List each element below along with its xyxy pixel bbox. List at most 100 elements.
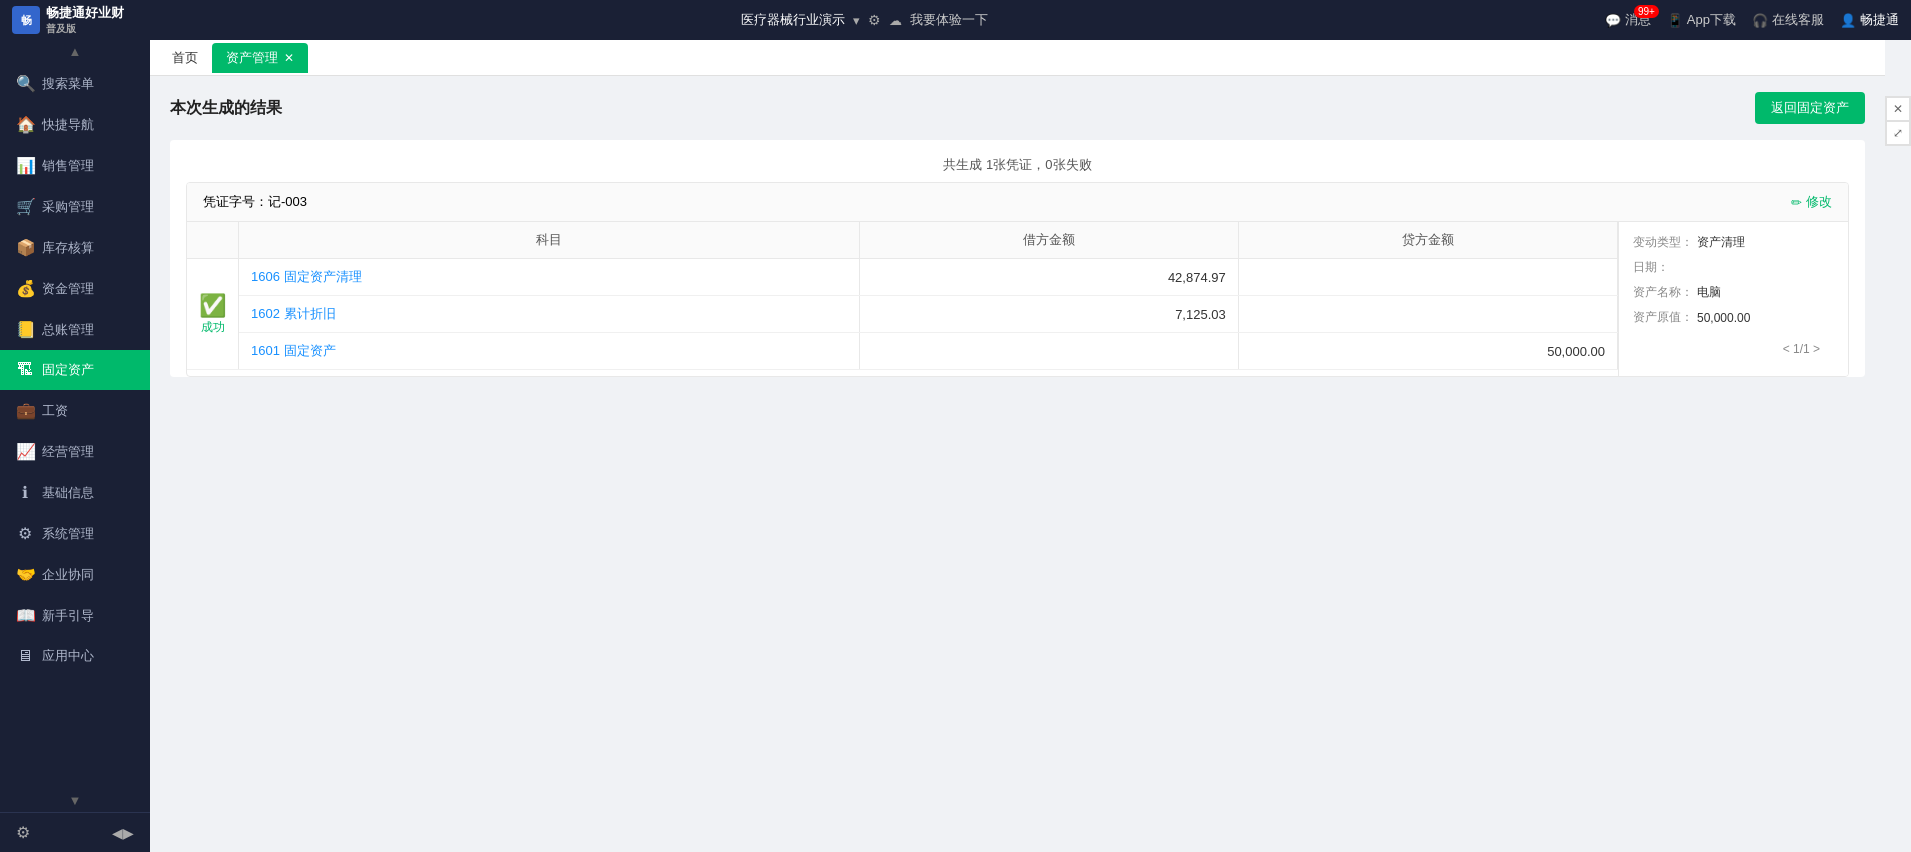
result-panel: 共生成 1张凭证，0张失败 凭证字号：记-003 ✏ 修改 (170, 140, 1865, 377)
sidebar-item-search[interactable]: 🔍 搜索菜单 (0, 63, 150, 104)
pagination[interactable]: < 1/1 > (1633, 334, 1834, 364)
page-content: 本次生成的结果 返回固定资产 共生成 1张凭证，0张失败 凭证字号：记-003 … (150, 76, 1885, 852)
subject-cell-3: 1601 固定资产 (239, 333, 860, 370)
home-icon: 🏠 (16, 115, 34, 134)
sidebar-scroll-up[interactable]: ▲ (0, 40, 150, 63)
return-button[interactable]: 返回固定资产 (1755, 92, 1865, 124)
subject-cell-2: 1602 累计折旧 (239, 296, 860, 333)
sidebar-item-basics[interactable]: ℹ 基础信息 (0, 472, 150, 513)
operations-icon: 📈 (16, 442, 34, 461)
user-icon: 👤 (1840, 13, 1856, 28)
sidebar-item-app-center[interactable]: 🖥 应用中心 (0, 636, 150, 676)
asset-name-label: 资产名称： (1633, 284, 1693, 301)
original-value-value: 50,000.00 (1697, 311, 1750, 325)
user-avatar[interactable]: 👤 畅捷通 (1840, 11, 1899, 29)
edit-button[interactable]: ✏ 修改 (1791, 193, 1832, 211)
search-icon: 🔍 (16, 74, 34, 93)
date-row: 日期： (1633, 259, 1834, 276)
date-label: 日期： (1633, 259, 1669, 276)
sidebar-item-salary[interactable]: 💼 工资 (0, 390, 150, 431)
app-download-btn[interactable]: 📱 App下载 (1667, 11, 1736, 29)
tab-home[interactable]: 首页 (158, 43, 212, 73)
app-logo-icon: 畅 (12, 6, 40, 34)
col-status-header (187, 222, 239, 259)
sidebar-item-fixed-assets[interactable]: 🏗 固定资产 (0, 350, 150, 390)
credit-cell-1 (1238, 259, 1617, 296)
col-subject-header: 科目 (239, 222, 860, 259)
sidebar-label-purchase: 采购管理 (42, 198, 94, 216)
company-name: 医疗器械行业演示 (741, 11, 845, 29)
original-value-label: 资产原值： (1633, 309, 1693, 326)
inventory-icon: 📦 (16, 238, 34, 257)
subject-cell-1: 1606 固定资产清理 (239, 259, 860, 296)
dropdown-arrow-icon[interactable]: ▾ (853, 13, 860, 28)
notification-badge: 99+ (1634, 5, 1659, 18)
sidebar-item-funds[interactable]: 💰 资金管理 (0, 268, 150, 309)
tabbar: 首页 资产管理 ✕ (150, 40, 1885, 76)
right-panel-controls: ✕ ⤢ (1885, 96, 1911, 146)
sidebar-label-fixed-assets: 固定资产 (42, 361, 94, 379)
system-icon: ⚙ (16, 524, 34, 543)
sidebar-item-operations[interactable]: 📈 经营管理 (0, 431, 150, 472)
app-name-block: 畅捷通好业财 普及版 (46, 4, 124, 36)
page-header: 本次生成的结果 返回固定资产 (170, 92, 1865, 124)
expand-panel-btn[interactable]: ⤢ (1886, 121, 1910, 145)
change-type-value: 资产清理 (1697, 234, 1745, 251)
edit-icon: ✏ (1791, 195, 1802, 210)
sales-icon: 📊 (16, 156, 34, 175)
sidebar-label-sales: 销售管理 (42, 157, 94, 175)
settings-gear-icon[interactable]: ⚙ (868, 12, 881, 28)
online-support-btn[interactable]: 🎧 在线客服 (1752, 11, 1824, 29)
sidebar-scroll-down[interactable]: ▼ (0, 789, 150, 812)
sidebar-item-system[interactable]: ⚙ 系统管理 (0, 513, 150, 554)
sidebar-item-purchase[interactable]: 🛒 采购管理 (0, 186, 150, 227)
credit-cell-3: 50,000.00 (1238, 333, 1617, 370)
tab-asset-mgmt-label: 资产管理 (226, 49, 278, 67)
table-row: 1602 累计折旧 7,125.03 (187, 296, 1618, 333)
result-summary: 共生成 1张凭证，0张失败 (170, 140, 1865, 182)
guide-icon: 📖 (16, 606, 34, 625)
original-value-row: 资产原值： 50,000.00 (1633, 309, 1834, 326)
app-logo: 畅 畅捷通好业财 普及版 (12, 4, 124, 36)
tab-asset-mgmt[interactable]: 资产管理 ✕ (212, 43, 308, 73)
topbar: 畅 畅捷通好业财 普及版 医疗器械行业演示 ▾ ⚙ ☁ 我要体验一下 💬 消息 … (0, 0, 1911, 40)
sidebar-item-sales[interactable]: 📊 销售管理 (0, 145, 150, 186)
status-cell: ✅ 成功 (187, 259, 239, 370)
sidebar-label-system: 系统管理 (42, 525, 94, 543)
app-download-label: App下载 (1687, 11, 1736, 29)
online-support-label: 在线客服 (1772, 11, 1824, 29)
sidebar-item-guide[interactable]: 📖 新手引导 (0, 595, 150, 636)
sidebar: ▲ 🔍 搜索菜单 🏠 快捷导航 📊 销售管理 🛒 采购管理 📦 库存核算 (0, 40, 150, 852)
sidebar-label-collab: 企业协同 (42, 566, 94, 584)
change-type-label: 变动类型： (1633, 234, 1693, 251)
topbar-left: 畅 畅捷通好业财 普及版 (12, 4, 124, 36)
experience-btn[interactable]: 我要体验一下 (910, 11, 988, 29)
footer-collapse-icon[interactable]: ◀▶ (112, 825, 134, 841)
sidebar-item-inventory[interactable]: 📦 库存核算 (0, 227, 150, 268)
sidebar-item-collab[interactable]: 🤝 企业协同 (0, 554, 150, 595)
success-check-icon: ✅ (199, 293, 226, 319)
tab-close-icon[interactable]: ✕ (284, 51, 294, 65)
sidebar-label-app-center: 应用中心 (42, 647, 94, 665)
sidebar-item-ledger[interactable]: 📒 总账管理 (0, 309, 150, 350)
voucher-header: 凭证字号：记-003 ✏ 修改 (187, 183, 1848, 222)
change-type-row: 变动类型： 资产清理 (1633, 234, 1834, 251)
sidebar-label-guide: 新手引导 (42, 607, 94, 625)
col-debit-header: 借方金额 (859, 222, 1238, 259)
notifications-btn[interactable]: 💬 消息 99+ (1605, 11, 1651, 29)
debit-cell-3 (859, 333, 1238, 370)
phone-icon: 📱 (1667, 13, 1683, 28)
close-panel-btn[interactable]: ✕ (1886, 97, 1910, 121)
footer-settings-icon[interactable]: ⚙ (16, 823, 30, 842)
sidebar-label-quicknav: 快捷导航 (42, 116, 94, 134)
voucher-block: 凭证字号：记-003 ✏ 修改 (186, 182, 1849, 377)
col-credit-header: 贷方金额 (1238, 222, 1617, 259)
salary-icon: 💼 (16, 401, 34, 420)
table-main: 科目 借方金额 贷方金额 ✅ 成功 (187, 222, 1618, 376)
sidebar-item-quicknav[interactable]: 🏠 快捷导航 (0, 104, 150, 145)
sidebar-label-ledger: 总账管理 (42, 321, 94, 339)
voucher-data-table: 科目 借方金额 贷方金额 ✅ 成功 (187, 222, 1618, 370)
headset-icon: 🎧 (1752, 13, 1768, 28)
purchase-icon: 🛒 (16, 197, 34, 216)
status-label: 成功 (201, 320, 225, 334)
